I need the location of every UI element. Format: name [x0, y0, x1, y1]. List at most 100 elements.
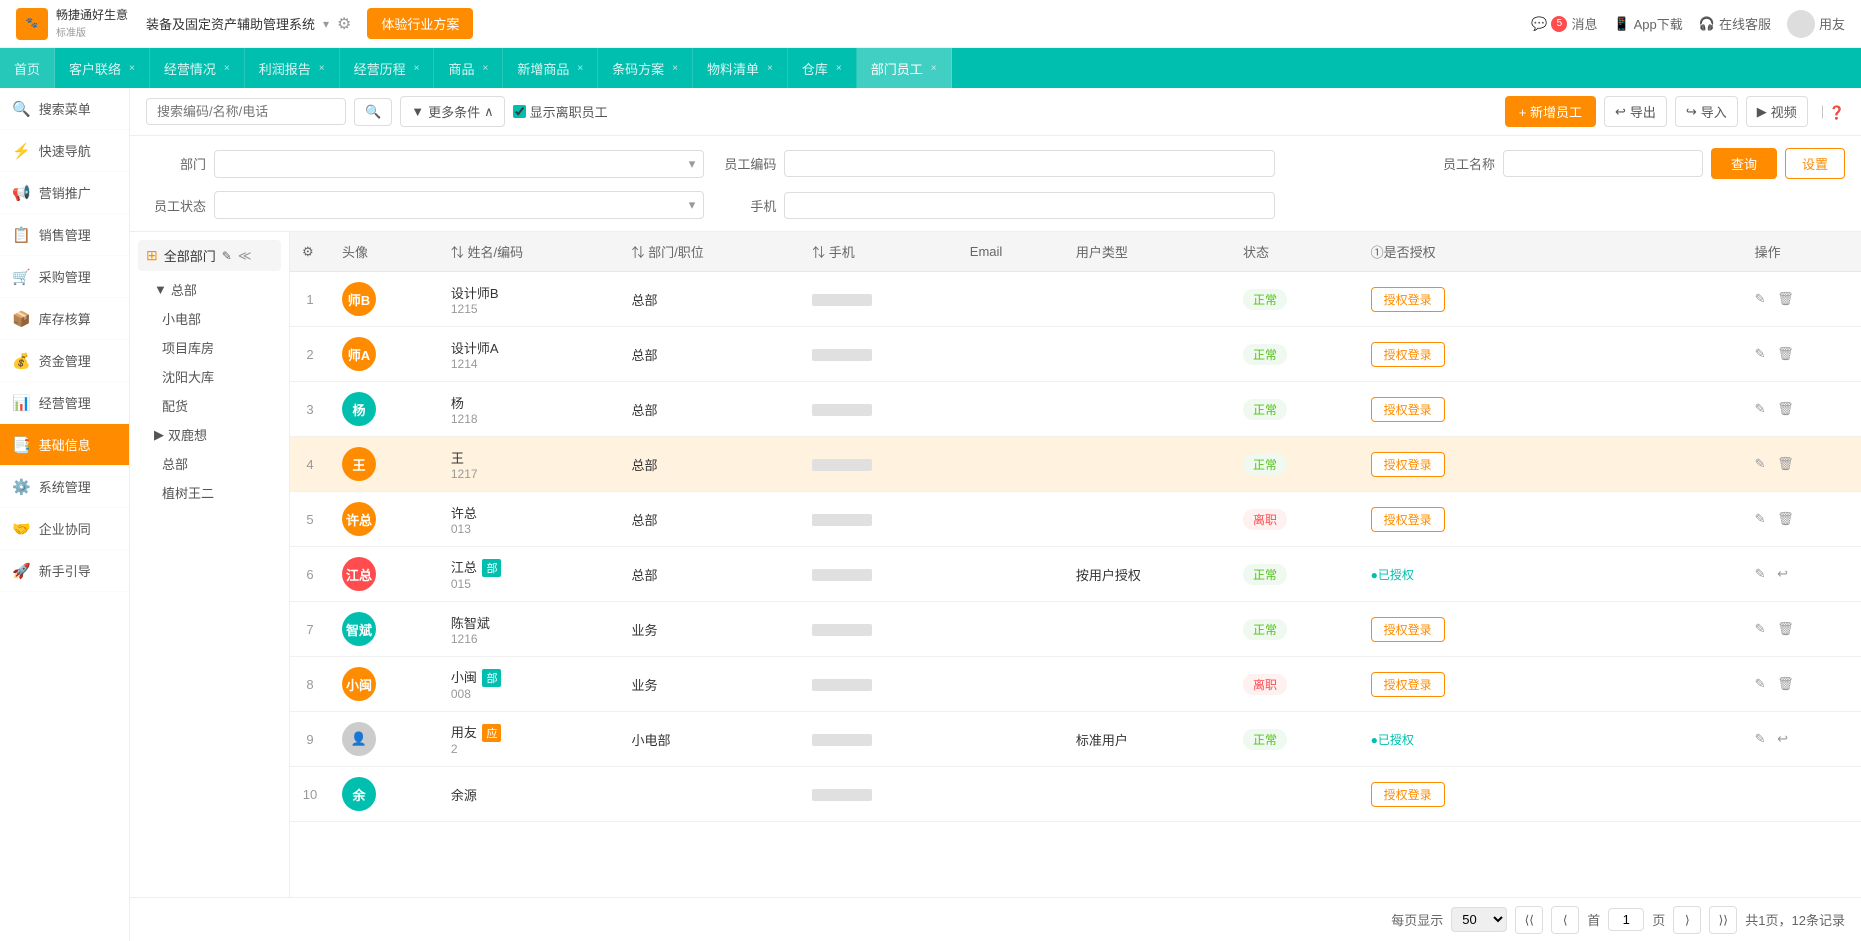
sidebar-item-search[interactable]: 🔍 搜索菜单	[0, 88, 129, 130]
next-page-btn[interactable]: ⟩	[1673, 906, 1701, 934]
tab-history[interactable]: 经营历程 ×	[340, 48, 435, 88]
help-icon[interactable]: ｜❓	[1816, 102, 1845, 121]
emp-status-select[interactable]: ▾	[214, 191, 704, 219]
tab-home[interactable]: 首页	[0, 48, 55, 88]
last-page-btn[interactable]: ⟩⟩	[1709, 906, 1737, 934]
delete-icon[interactable]: 🗑	[1777, 346, 1794, 361]
edit-icon[interactable]: ✎	[1755, 511, 1766, 526]
per-page-select[interactable]: 50 100 200	[1451, 907, 1507, 932]
edit-icon[interactable]: ✎	[1755, 566, 1766, 581]
auth-button[interactable]: 授权登录	[1371, 287, 1445, 312]
sidebar-item-sales[interactable]: 📋 销售管理	[0, 214, 129, 256]
edit-icon[interactable]: ✎	[1755, 291, 1766, 306]
sidebar-item-collab[interactable]: 🤝 企业协同	[0, 508, 129, 550]
auth-button[interactable]: 授权登录	[1371, 342, 1445, 367]
query-button[interactable]: 查询	[1711, 148, 1777, 179]
col-settings[interactable]: ⚙	[290, 232, 330, 272]
sidebar-item-quicknav[interactable]: ⚡ 快速导航	[0, 130, 129, 172]
delete-icon[interactable]: 🗑	[1777, 291, 1794, 306]
emp-code-input[interactable]	[784, 150, 1274, 177]
dept-node-zhishu[interactable]: 植树王二	[146, 478, 281, 507]
col-phone[interactable]: ⇅ 手机	[800, 232, 958, 272]
tab-close-operations[interactable]: ×	[224, 63, 230, 74]
tab-employees[interactable]: 部门员工 ×	[857, 48, 952, 88]
show-resign-checkbox[interactable]	[513, 105, 526, 118]
sidebar-item-management[interactable]: 📊 经营管理	[0, 382, 129, 424]
edit-icon[interactable]: ✎	[1755, 621, 1766, 636]
online-service-button[interactable]: 🎧 在线客服	[1699, 14, 1771, 33]
msg-button[interactable]: 💬 5 消息	[1531, 14, 1597, 33]
app-download-button[interactable]: 📱 App下载	[1613, 14, 1682, 33]
sidebar-item-marketing[interactable]: 📢 营销推广	[0, 172, 129, 214]
view-button[interactable]: ▶ 视频	[1746, 96, 1808, 127]
delete-icon[interactable]: ↩	[1777, 566, 1788, 581]
auth-button[interactable]: 授权登录	[1371, 672, 1445, 697]
auth-button[interactable]: 授权登录	[1371, 452, 1445, 477]
dept-node-project[interactable]: 项目库房	[146, 333, 281, 362]
col-name-code[interactable]: ⇅ 姓名/编码	[439, 232, 620, 272]
prev-page-btn[interactable]: ⟨	[1551, 906, 1579, 934]
tab-close-barcode[interactable]: ×	[672, 63, 678, 74]
tab-close-warehouse[interactable]: ×	[836, 63, 842, 74]
search-input[interactable]	[146, 98, 346, 125]
tab-bom[interactable]: 物料清单 ×	[693, 48, 788, 88]
dept-node-shuanglu[interactable]: ▶ 双鹿想	[146, 420, 281, 449]
dept-node-shenyang[interactable]: 沈阳大库	[146, 362, 281, 391]
dept-node-distribution[interactable]: 配货	[146, 391, 281, 420]
tab-add-goods[interactable]: 新增商品 ×	[503, 48, 598, 88]
tab-close-customer[interactable]: ×	[129, 63, 135, 74]
auth-button[interactable]: 授权登录	[1371, 397, 1445, 422]
gear-icon[interactable]: ⚙	[337, 14, 351, 34]
auth-button[interactable]: 授权登录	[1371, 782, 1445, 807]
edit-icon[interactable]: ✎	[1755, 731, 1766, 746]
dept-node-headquarters-parent[interactable]: ▼ 总部	[146, 275, 281, 304]
delete-icon[interactable]: 🗑	[1777, 401, 1794, 416]
dept-node-zongbu[interactable]: 总部	[146, 449, 281, 478]
edit-icon[interactable]: ✎	[1755, 456, 1766, 471]
col-dept-pos[interactable]: ⇅ 部门/职位	[619, 232, 800, 272]
delete-icon[interactable]: 🗑	[1777, 511, 1794, 526]
tab-close-bom[interactable]: ×	[767, 63, 773, 74]
tab-warehouse[interactable]: 仓库 ×	[788, 48, 857, 88]
tab-barcode[interactable]: 条码方案 ×	[598, 48, 693, 88]
dept-node-xiaodian[interactable]: 小电部	[146, 304, 281, 333]
delete-icon[interactable]: ↩	[1777, 731, 1788, 746]
import-button[interactable]: ↪ 导入	[1675, 96, 1738, 127]
edit-icon[interactable]: ✎	[1755, 346, 1766, 361]
more-filter-btn[interactable]: ▼ 更多条件 ∧	[400, 96, 504, 127]
edit-icon[interactable]: ✎	[1755, 401, 1766, 416]
set-button[interactable]: 设置	[1785, 148, 1845, 179]
delete-icon[interactable]: 🗑	[1777, 456, 1794, 471]
page-input[interactable]	[1608, 908, 1644, 931]
sidebar-item-basic-info[interactable]: 📑 基础信息	[0, 424, 129, 466]
show-resign-checkbox-label[interactable]: 显示离职员工	[513, 102, 608, 121]
edit-icon[interactable]: ✎	[1755, 676, 1766, 691]
tab-close-employees[interactable]: ×	[931, 63, 937, 74]
dropdown-arrow-icon[interactable]: ▾	[323, 17, 329, 31]
tab-close-profit[interactable]: ×	[319, 63, 325, 74]
sidebar-item-purchase[interactable]: 🛒 采购管理	[0, 256, 129, 298]
tab-close-goods[interactable]: ×	[482, 63, 488, 74]
sidebar-item-finance[interactable]: 💰 资金管理	[0, 340, 129, 382]
delete-icon[interactable]: 🗑	[1777, 676, 1794, 691]
delete-icon[interactable]: 🗑	[1777, 621, 1794, 636]
dept-collapse-icon[interactable]: ≪	[238, 248, 252, 264]
tab-profit[interactable]: 利润报告 ×	[245, 48, 340, 88]
tab-goods[interactable]: 商品 ×	[434, 48, 503, 88]
phone-input[interactable]	[784, 192, 1274, 219]
dept-filter-select[interactable]: ▾	[214, 150, 704, 178]
tab-operations[interactable]: 经营情况 ×	[150, 48, 245, 88]
trial-button[interactable]: 体验行业方案	[367, 8, 473, 39]
auth-button[interactable]: 授权登录	[1371, 507, 1445, 532]
sidebar-item-inventory[interactable]: 📦 库存核算	[0, 298, 129, 340]
emp-name-input[interactable]	[1503, 150, 1703, 177]
add-employee-button[interactable]: + 新增员工	[1505, 96, 1596, 127]
search-btn[interactable]: 🔍	[354, 98, 392, 126]
auth-button[interactable]: 授权登录	[1371, 617, 1445, 642]
tab-close-history[interactable]: ×	[414, 63, 420, 74]
user-button[interactable]: 用友	[1787, 10, 1845, 38]
dept-edit-icon[interactable]: ✎	[222, 249, 232, 263]
sidebar-item-guide[interactable]: 🚀 新手引导	[0, 550, 129, 592]
tab-close-add-goods[interactable]: ×	[577, 63, 583, 74]
export-button[interactable]: ↩ 导出	[1604, 96, 1667, 127]
